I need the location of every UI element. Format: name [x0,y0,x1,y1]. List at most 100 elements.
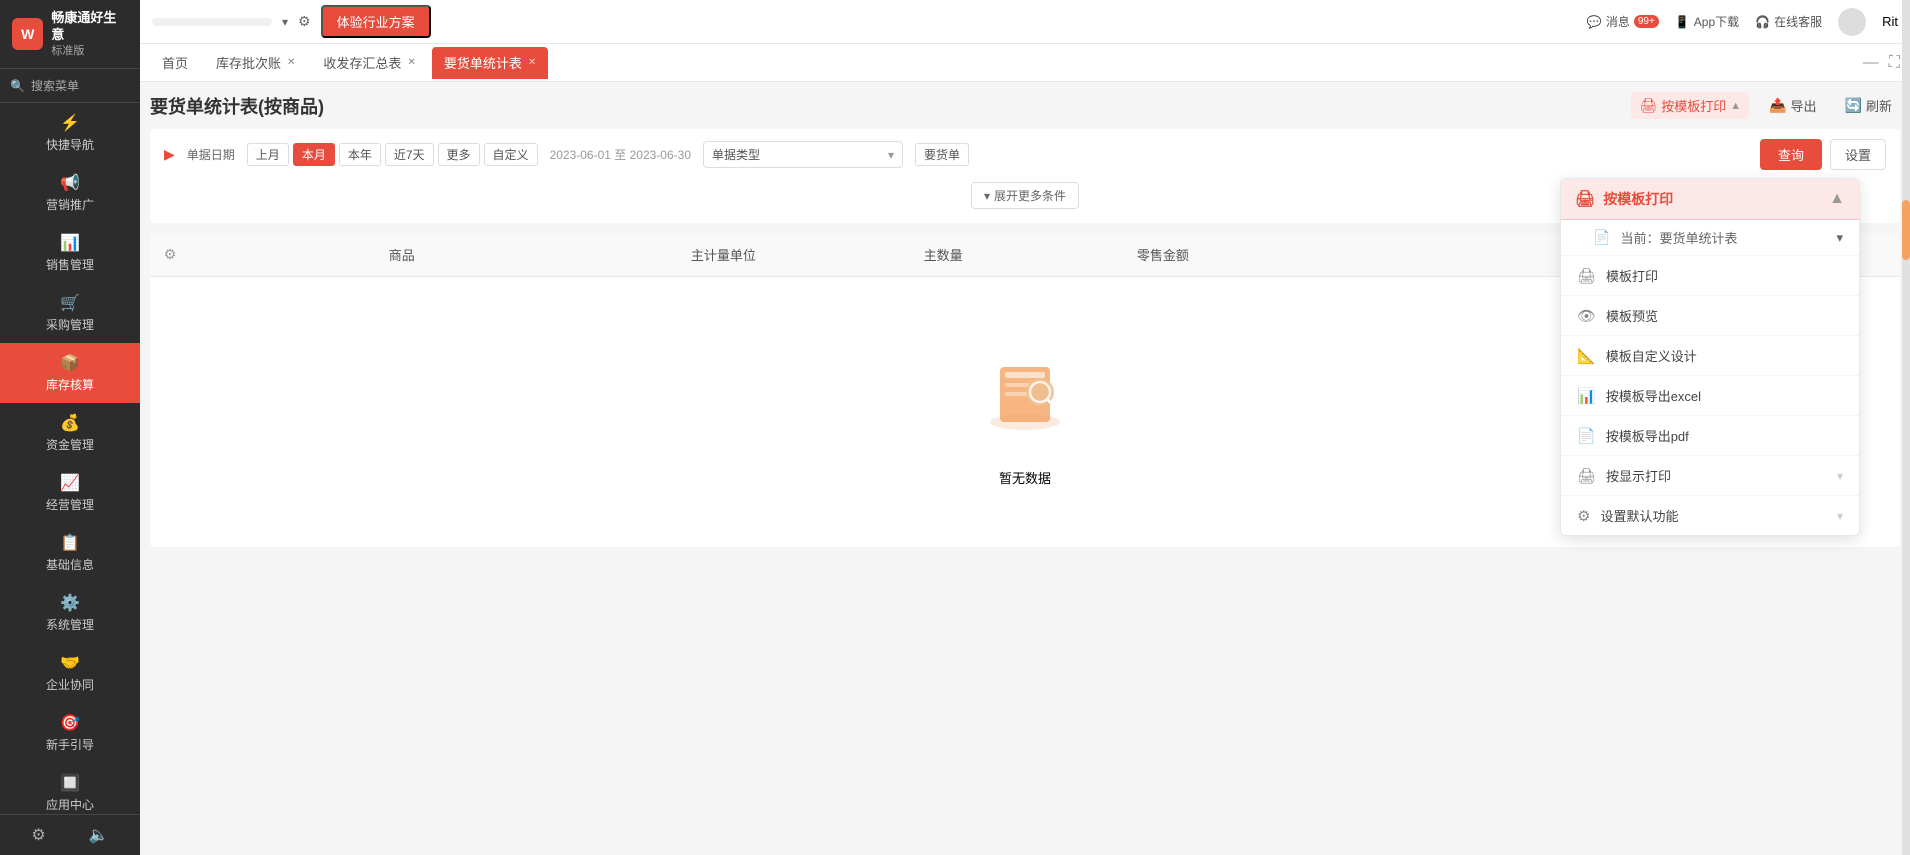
headset-icon: 🎧 [1755,15,1770,29]
dropdown-template-pdf[interactable]: 📄 按模板导出pdf [1561,416,1859,456]
template-preview-icon: 👁 [1577,307,1596,325]
tab-inventory-batch[interactable]: 库存批次账 ✕ [204,47,307,79]
tab-home[interactable]: 首页 [150,47,200,79]
sys-mgmt-icon: ⚙️ [60,593,80,613]
dropdown-default-func[interactable]: ⚙ 设置默认功能 ▾ [1561,496,1859,535]
maximize-icon[interactable]: ⛶ [1889,54,1900,72]
tab-close-collection-summary[interactable]: ✕ [407,57,415,68]
dropdown-template-preview[interactable]: 👁 模板预览 [1561,296,1859,336]
online-service-btn[interactable]: 🎧 在线客服 [1755,13,1822,30]
date-btn-this-month[interactable]: 本月 [293,143,335,166]
th-quantity: 主数量 [833,241,1053,268]
display-print-label: 按显示打印 [1606,466,1827,485]
date-btn-last-month[interactable]: 上月 [247,143,289,166]
print-arrow-icon: ▲ [1730,100,1741,112]
sidebar-item-purchase[interactable]: 🛒 采购管理 [0,283,140,343]
sidebar-item-label: 采购管理 [46,316,94,333]
refresh-btn[interactable]: 🔄 刷新 [1837,92,1900,119]
messages-label: 消息 [1606,13,1630,30]
filter-expand-btn[interactable]: ▾ 展开更多条件 [971,182,1079,209]
export-btn[interactable]: 📤 导出 [1761,92,1824,119]
print-template-btn[interactable]: 🖨 按模板打印 ▲ [1631,92,1749,119]
tab-home-label: 首页 [162,53,188,72]
refresh-label: 刷新 [1866,96,1892,115]
dropdown-template-excel[interactable]: 📊 按模板导出excel [1561,376,1859,416]
sidebar-item-label: 系统管理 [46,616,94,633]
minimize-icon[interactable]: — [1863,54,1879,72]
filter-collapse-icon[interactable]: ▶ [164,146,175,163]
template-custom-icon: 📐 [1577,347,1596,365]
topbar-gear-icon[interactable]: ⚙ [298,13,311,30]
sidebar-item-base-info[interactable]: 📋 基础信息 [0,523,140,583]
phone-icon: 📱 [1675,15,1690,29]
sidebar-item-finance[interactable]: 💰 资金管理 [0,403,140,463]
goods-tag[interactable]: 要货单 [915,143,969,166]
type-filter-select[interactable]: 单据类型 ▾ [703,141,903,168]
sidebar-item-inventory[interactable]: 📦 库存核算 [0,343,140,403]
sidebar-item-newbie[interactable]: 🎯 新手引导 [0,703,140,763]
quick-nav-icon: ⚡ [60,113,80,133]
column-settings-icon[interactable]: ⚙ [164,246,177,262]
sidebar-item-label: 应用中心 [46,796,94,813]
sidebar-item-operations[interactable]: 📈 经营管理 [0,463,140,523]
template-pdf-label: 按模板导出pdf [1606,426,1843,445]
date-btn-7days[interactable]: 近7天 [385,143,434,166]
tab-collection-summary[interactable]: 收发存汇总表 ✕ [311,47,427,79]
date-btn-more[interactable]: 更多 [438,143,480,166]
window-controls: — ⛶ [1863,54,1900,72]
sidebar-item-label: 销售管理 [46,256,94,273]
current-arrow-icon: ▾ [1836,230,1843,246]
expand-label: 展开更多条件 [994,187,1066,204]
tab-inventory-batch-label: 库存批次账 [216,53,281,72]
dropdown-current-item[interactable]: 📄 当前：要货单统计表 ▾ [1561,220,1859,256]
scrollbar-thumb[interactable] [1902,200,1910,260]
sidebar-item-marketing[interactable]: 📢 营销推广 [0,163,140,223]
operations-icon: 📈 [60,473,80,493]
experience-btn[interactable]: 体验行业方案 [321,5,431,38]
template-print-label: 模板打印 [1606,266,1843,285]
sidebar-item-label: 资金管理 [46,436,94,453]
sidebar-search[interactable]: 🔍 搜索菜单 [0,69,140,103]
date-btn-this-year[interactable]: 本年 [339,143,381,166]
export-icon: 📤 [1769,97,1786,114]
tab-order-stats[interactable]: 要货单统计表 ✕ [432,47,548,79]
page-actions: 🖨 按模板打印 ▲ 📤 导出 🔄 刷新 [1631,92,1900,119]
refresh-icon: 🔄 [1845,97,1862,114]
topbar-dropdown-arrow[interactable]: ▾ [282,15,288,29]
inventory-icon: 📦 [60,353,80,373]
dropdown-display-print[interactable]: 🖨 按显示打印 ▾ [1561,456,1859,496]
date-btn-custom[interactable]: 自定义 [484,143,538,166]
sidebar-item-app-center[interactable]: 🔲 应用中心 [0,763,140,814]
right-scrollbar[interactable] [1902,82,1910,855]
topbar-search-box [152,18,272,26]
date-buttons: 上月 本月 本年 近7天 更多 自定义 [247,143,538,166]
app-download-btn[interactable]: 📱 App下载 [1675,13,1739,30]
messages-btn[interactable]: 💬 消息 99+ [1587,13,1659,30]
current-template-label: 当前：要货单统计表 [1620,228,1826,247]
base-info-icon: 📋 [60,533,80,553]
user-avatar[interactable] [1838,8,1866,36]
dropdown-template-custom[interactable]: 📐 模板自定义设计 [1561,336,1859,376]
print-icon: 🖨 [1639,97,1657,114]
query-btn[interactable]: 查询 [1760,139,1822,170]
volume-icon[interactable]: 🔈 [89,825,109,845]
settings-icon[interactable]: ⚙ [31,825,45,845]
print-template-label: 按模板打印 [1661,96,1726,115]
print-dropdown-icon: 🖨 [1575,189,1595,209]
settings-btn[interactable]: 设置 [1830,139,1886,170]
sidebar-item-sys-mgmt[interactable]: ⚙️ 系统管理 [0,583,140,643]
dropdown-template-print[interactable]: 🖨 模板打印 [1561,256,1859,296]
dropdown-header-label: 按模板打印 [1603,189,1673,209]
search-label: 搜索菜单 [31,77,79,94]
th-settings: ⚙ [150,242,190,267]
user-name: Rit [1882,14,1898,29]
sidebar-item-sales[interactable]: 📊 销售管理 [0,223,140,283]
dropdown-close-btn[interactable]: ▲ [1829,190,1845,208]
type-label: 单据类型 [712,146,760,163]
purchase-icon: 🛒 [60,293,80,313]
tab-close-inventory-batch[interactable]: ✕ [287,57,295,68]
sidebar-item-cooperation[interactable]: 🤝 企业协同 [0,643,140,703]
sidebar-item-label: 企业协同 [46,676,94,693]
tab-close-order-stats[interactable]: ✕ [528,57,536,68]
sidebar-item-quick-nav[interactable]: ⚡ 快捷导航 [0,103,140,163]
